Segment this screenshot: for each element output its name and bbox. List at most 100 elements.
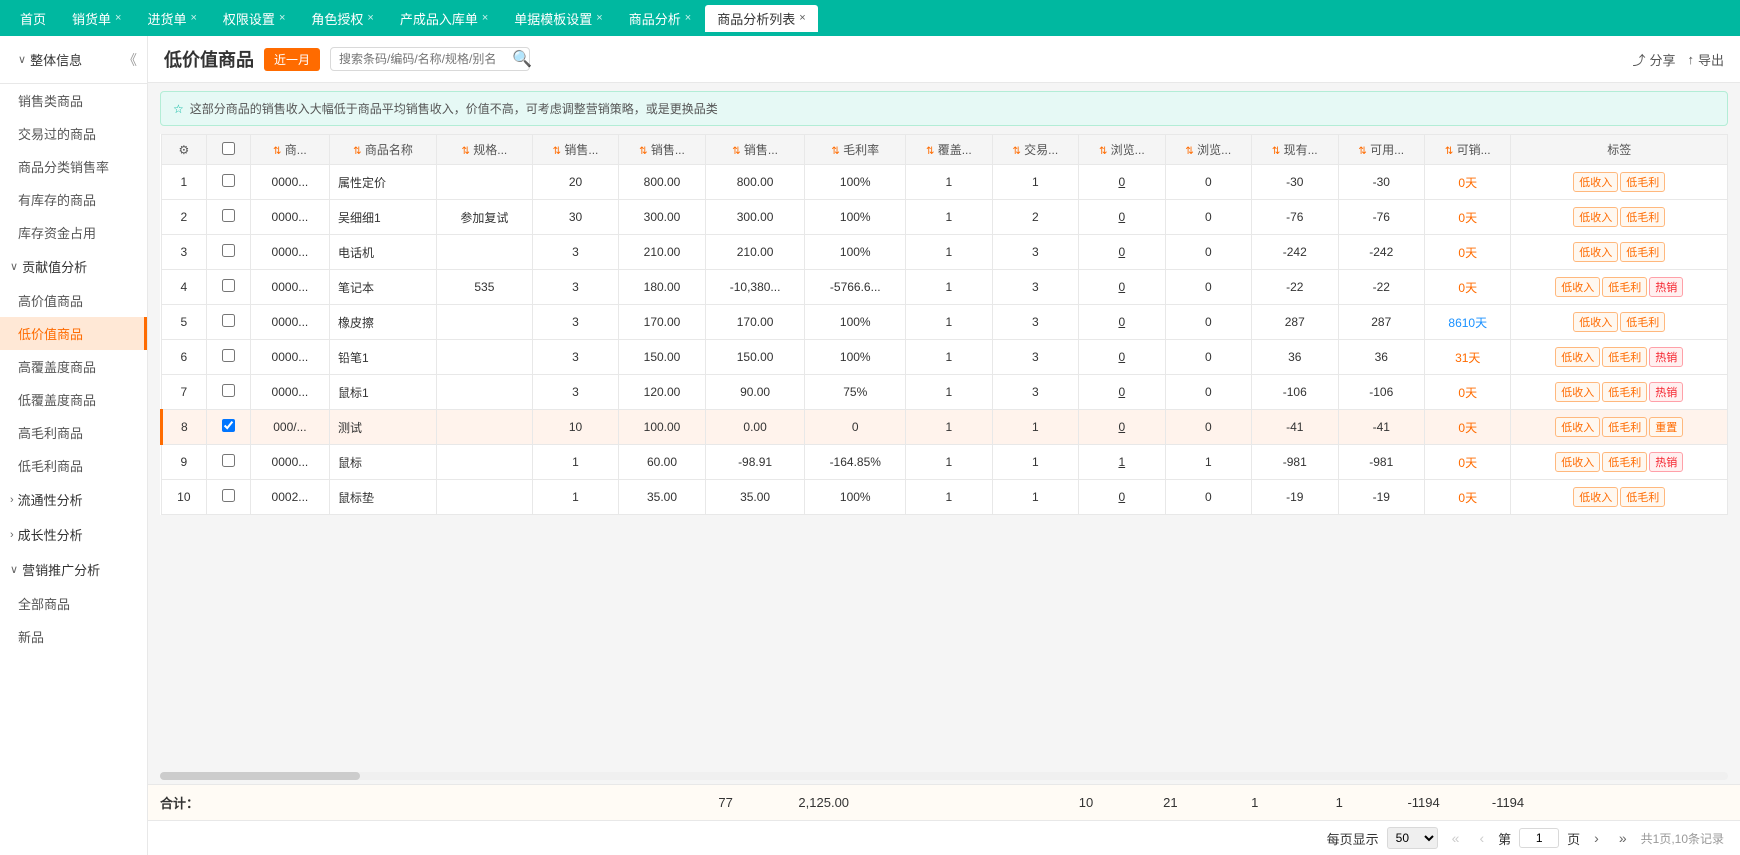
browse-link[interactable]: 0 (1118, 210, 1125, 224)
cell-spec (437, 165, 533, 200)
select-all-checkbox[interactable] (222, 142, 235, 155)
cell-check[interactable] (206, 270, 250, 305)
sidebar-group-circulation[interactable]: › 流通性分析 (0, 482, 147, 517)
col-name[interactable]: ⇅ 商品名称 (329, 135, 436, 165)
col-current-stock[interactable]: ⇅ 现有... (1252, 135, 1338, 165)
per-page-select[interactable]: 50 100 200 (1387, 827, 1438, 849)
sidebar-item-low-coverage[interactable]: 低覆盖度商品 (0, 383, 147, 416)
share-button[interactable]: ⤴ 分享 (1632, 50, 1675, 69)
sidebar-group-growth[interactable]: › 成长性分析 (0, 517, 147, 552)
nav-role-auth[interactable]: 角色授权 × (299, 5, 385, 32)
col-check[interactable] (206, 135, 250, 165)
nav-storage-close[interactable]: × (482, 12, 488, 24)
row-checkbox[interactable] (222, 279, 235, 292)
nav-product-analysis[interactable]: 商品分析 × (617, 5, 703, 32)
nav-sales-close[interactable]: × (115, 12, 121, 24)
nav-template-close[interactable]: × (596, 12, 602, 24)
sidebar-item-inventory-capital[interactable]: 库存资金占用 (0, 216, 147, 249)
col-sellable[interactable]: ⇅ 可销... (1425, 135, 1511, 165)
sidebar-item-new-products[interactable]: 新品 (0, 620, 147, 653)
sidebar-item-high-margin[interactable]: 高毛利商品 (0, 416, 147, 449)
cell-check[interactable] (206, 305, 250, 340)
cell-sale-qty: 3 (532, 235, 618, 270)
browse-link[interactable]: 0 (1118, 490, 1125, 504)
page-number-input[interactable] (1519, 828, 1559, 848)
sidebar-item-category-sales-rate[interactable]: 商品分类销售率 (0, 150, 147, 183)
col-code[interactable]: ⇅ 商... (250, 135, 329, 165)
row-checkbox[interactable] (222, 349, 235, 362)
col-spec[interactable]: ⇅ 规格... (437, 135, 533, 165)
search-input[interactable] (330, 47, 530, 71)
scrollbar-thumb[interactable] (160, 772, 360, 780)
nav-product-analysis-list[interactable]: 商品分析列表 × (705, 5, 817, 32)
sidebar-group-marketing[interactable]: ∨ 营销推广分析 (0, 552, 147, 587)
row-checkbox[interactable] (222, 174, 235, 187)
nav-home[interactable]: 首页 (8, 5, 58, 32)
col-sale-amount[interactable]: ⇅ 销售... (705, 135, 805, 165)
browse-link[interactable]: 0 (1118, 175, 1125, 189)
last-page-button[interactable]: » (1613, 828, 1633, 848)
export-button[interactable]: ↑ 导出 (1687, 50, 1724, 69)
cell-check[interactable] (206, 200, 250, 235)
row-checkbox[interactable] (222, 489, 235, 502)
nav-analysis-list-close[interactable]: × (799, 12, 805, 24)
cell-check[interactable] (206, 445, 250, 480)
row-checkbox[interactable] (222, 454, 235, 467)
days-value: 8610天 (1448, 316, 1487, 330)
sidebar-item-traded-products[interactable]: 交易过的商品 (0, 117, 147, 150)
cell-check[interactable] (206, 235, 250, 270)
next-page-button[interactable]: › (1588, 828, 1605, 848)
nav-sales-order[interactable]: 销货单 × (60, 5, 133, 32)
sidebar-item-stocked-products[interactable]: 有库存的商品 (0, 183, 147, 216)
nav-analysis-close[interactable]: × (685, 12, 691, 24)
nav-product-storage[interactable]: 产成品入库单 × (388, 5, 500, 32)
browse-link[interactable]: 0 (1118, 350, 1125, 364)
row-checkbox[interactable] (222, 384, 235, 397)
cell-check[interactable] (206, 375, 250, 410)
nav-template-settings[interactable]: 单据模板设置 × (502, 5, 614, 32)
col-available-stock[interactable]: ⇅ 可用... (1338, 135, 1424, 165)
row-checkbox[interactable] (222, 209, 235, 222)
sidebar-item-high-coverage[interactable]: 高覆盖度商品 (0, 350, 147, 383)
col-browse1[interactable]: ⇅ 浏览... (1079, 135, 1165, 165)
period-button[interactable]: 近一月 (264, 48, 320, 71)
browse-link[interactable]: 0 (1118, 315, 1125, 329)
row-checkbox[interactable] (222, 314, 235, 327)
nav-purchase-order[interactable]: 进货单 × (135, 5, 208, 32)
cell-check[interactable] (206, 410, 250, 445)
browse-link[interactable]: 0 (1118, 420, 1125, 434)
col-sale-qty[interactable]: ⇅ 销售... (532, 135, 618, 165)
sidebar-item-low-margin[interactable]: 低毛利商品 (0, 449, 147, 482)
sidebar-collapse-button[interactable]: 《 (121, 48, 139, 72)
sidebar-group-contribution[interactable]: ∨ 贡献值分析 (0, 249, 147, 284)
browse-link[interactable]: 0 (1118, 385, 1125, 399)
footer-label: 合计： (160, 793, 220, 812)
col-trade[interactable]: ⇅ 交易... (992, 135, 1078, 165)
col-gear[interactable]: ⚙ (162, 135, 207, 165)
nav-permissions[interactable]: 权限设置 × (211, 5, 297, 32)
prev-page-button[interactable]: ‹ (1473, 828, 1490, 848)
cell-check[interactable] (206, 480, 250, 515)
nav-role-close[interactable]: × (367, 12, 373, 24)
col-coverage[interactable]: ⇅ 覆盖... (906, 135, 992, 165)
col-browse2[interactable]: ⇅ 浏览... (1165, 135, 1251, 165)
search-button[interactable]: 🔍 (512, 49, 532, 69)
browse-link[interactable]: 0 (1118, 245, 1125, 259)
cell-check[interactable] (206, 340, 250, 375)
row-checkbox[interactable] (222, 419, 235, 432)
sidebar-item-all-products[interactable]: 全部商品 (0, 587, 147, 620)
sidebar-item-sales-products[interactable]: 销售类商品 (0, 84, 147, 117)
row-checkbox[interactable] (222, 244, 235, 257)
browse-link[interactable]: 0 (1118, 280, 1125, 294)
sidebar-group-overall[interactable]: ∨ 整体信息 (8, 42, 92, 77)
sidebar-item-low-value[interactable]: 低价值商品 (0, 317, 147, 350)
nav-purchase-close[interactable]: × (190, 12, 196, 24)
col-sale-price[interactable]: ⇅ 销售... (619, 135, 705, 165)
cell-check[interactable] (206, 165, 250, 200)
sidebar-item-high-value[interactable]: 高价值商品 (0, 284, 147, 317)
col-profit-rate[interactable]: ⇅ 毛利率 (805, 135, 906, 165)
first-page-button[interactable]: « (1446, 828, 1466, 848)
browse-link[interactable]: 1 (1118, 455, 1125, 469)
horizontal-scrollbar[interactable] (160, 772, 1728, 780)
nav-permissions-close[interactable]: × (279, 12, 285, 24)
